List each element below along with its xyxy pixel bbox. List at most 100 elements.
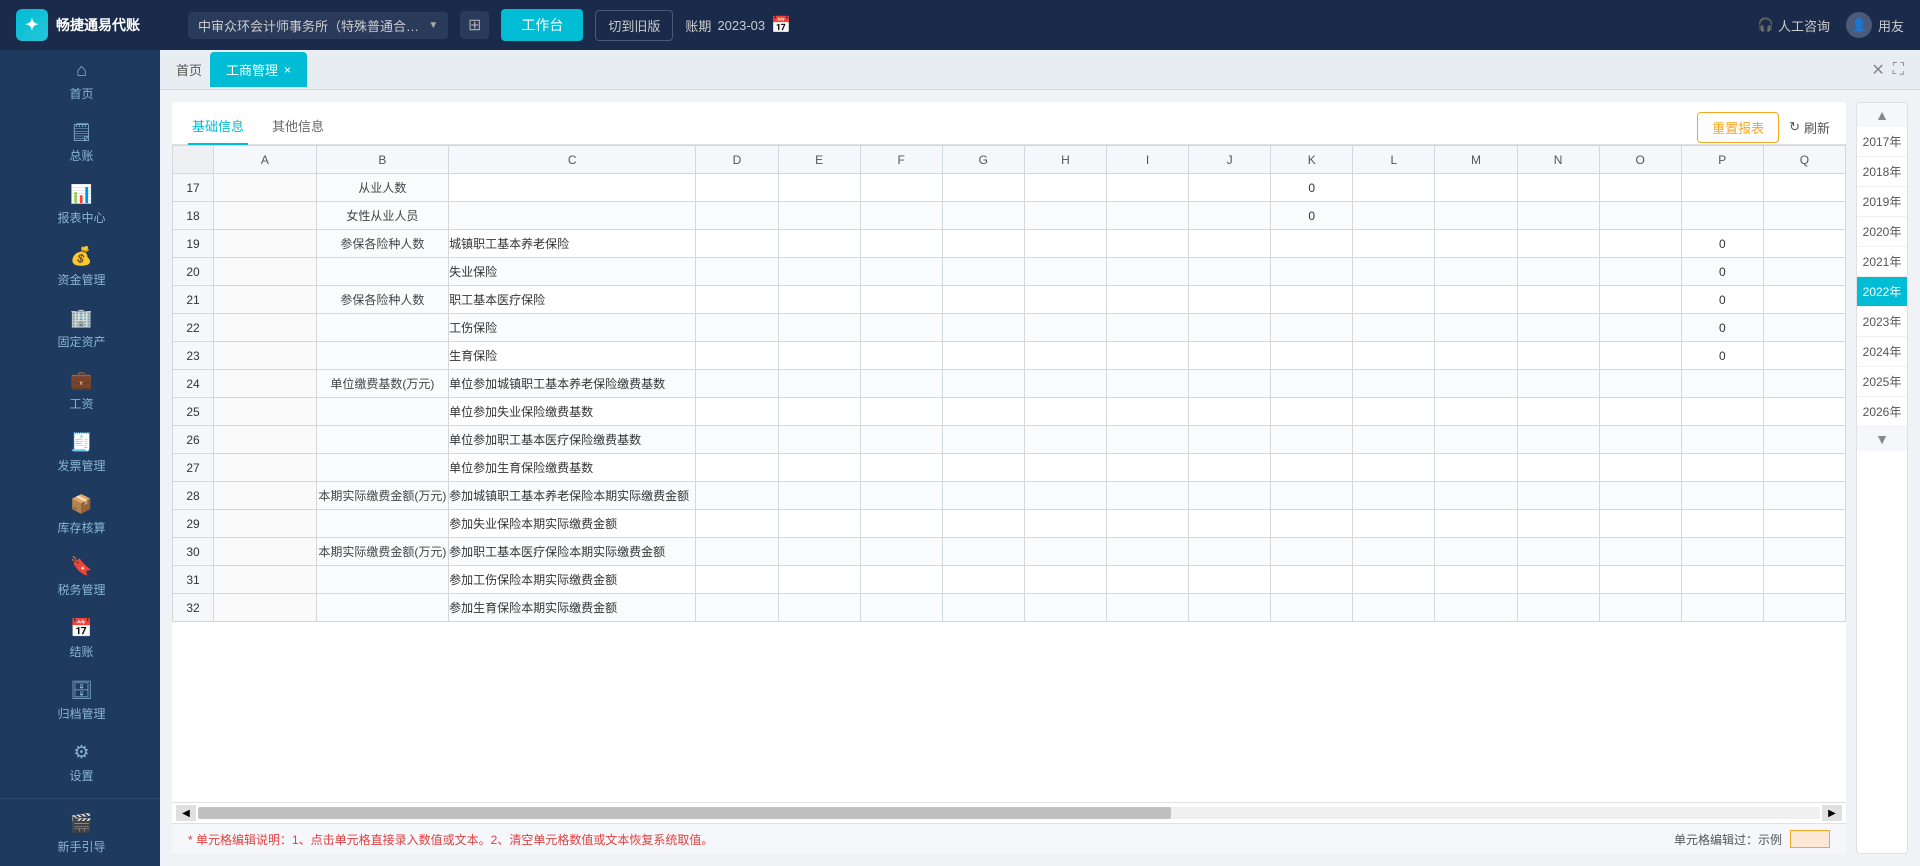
cell-H[interactable] — [1024, 174, 1106, 202]
cell-l[interactable] — [1353, 230, 1435, 258]
sub-tab-basic-info[interactable]: 基础信息 — [188, 110, 248, 145]
cell-m[interactable] — [1435, 230, 1517, 258]
cell-H[interactable] — [1024, 370, 1106, 398]
cell-n[interactable] — [1517, 174, 1599, 202]
cell-o[interactable] — [1599, 482, 1681, 510]
cell-k[interactable] — [1271, 258, 1353, 286]
sidebar-item-inventory[interactable]: 📦 库存核算 — [0, 484, 160, 546]
cell-J[interactable] — [1189, 454, 1271, 482]
cell-a[interactable] — [214, 482, 317, 510]
cell-n[interactable] — [1517, 538, 1599, 566]
cell-E[interactable] — [778, 230, 860, 258]
user-area[interactable]: 👤 用友 — [1846, 12, 1904, 38]
cell-H[interactable] — [1024, 202, 1106, 230]
cell-J[interactable] — [1189, 202, 1271, 230]
cell-p[interactable] — [1681, 202, 1763, 230]
cell-H[interactable] — [1024, 594, 1106, 622]
horizontal-scrollbar[interactable]: ◀ ▶ — [172, 802, 1846, 823]
cell-D[interactable] — [696, 370, 778, 398]
cell-E[interactable] — [778, 538, 860, 566]
cell-G[interactable] — [942, 510, 1024, 538]
cell-c[interactable]: 单位参加失业保险缴费基数 — [449, 398, 696, 426]
cell-k[interactable] — [1271, 482, 1353, 510]
cell-m[interactable] — [1435, 454, 1517, 482]
cell-J[interactable] — [1189, 174, 1271, 202]
cell-o[interactable] — [1599, 454, 1681, 482]
cell-G[interactable] — [942, 286, 1024, 314]
cell-I[interactable] — [1106, 566, 1188, 594]
sidebar-item-wages[interactable]: 💼 工资 — [0, 360, 160, 422]
cell-q[interactable] — [1763, 538, 1845, 566]
close-icon[interactable]: × — [284, 64, 291, 76]
cell-q[interactable] — [1763, 230, 1845, 258]
cell-J[interactable] — [1189, 482, 1271, 510]
cell-a[interactable] — [214, 370, 317, 398]
cell-a[interactable] — [214, 202, 317, 230]
cell-q[interactable] — [1763, 258, 1845, 286]
cell-J[interactable] — [1189, 258, 1271, 286]
cell-G[interactable] — [942, 426, 1024, 454]
year-item[interactable]: 2017年 — [1857, 127, 1907, 157]
cell-n[interactable] — [1517, 370, 1599, 398]
cell-G[interactable] — [942, 174, 1024, 202]
copy-button[interactable]: ⊞ — [460, 11, 489, 39]
sidebar-item-ledger[interactable]: 🗒 总账 — [0, 112, 160, 174]
cell-l[interactable] — [1353, 510, 1435, 538]
cell-p[interactable] — [1681, 398, 1763, 426]
cell-l[interactable] — [1353, 482, 1435, 510]
cell-J[interactable] — [1189, 286, 1271, 314]
cell-m[interactable] — [1435, 398, 1517, 426]
cell-H[interactable] — [1024, 538, 1106, 566]
cell-E[interactable] — [778, 258, 860, 286]
cell-p[interactable]: 0 — [1681, 286, 1763, 314]
scroll-up-arrow[interactable]: ▲ — [1857, 103, 1907, 127]
year-item[interactable]: 2020年 — [1857, 217, 1907, 247]
cell-I[interactable] — [1106, 314, 1188, 342]
cell-q[interactable] — [1763, 370, 1845, 398]
cell-l[interactable] — [1353, 342, 1435, 370]
cell-H[interactable] — [1024, 286, 1106, 314]
close-tab-button[interactable]: ✕ — [1871, 60, 1884, 80]
cell-a[interactable] — [214, 314, 317, 342]
cell-n[interactable] — [1517, 314, 1599, 342]
cell-D[interactable] — [696, 398, 778, 426]
cell-q[interactable] — [1763, 342, 1845, 370]
cell-q[interactable] — [1763, 594, 1845, 622]
cell-p[interactable]: 0 — [1681, 258, 1763, 286]
cell-q[interactable] — [1763, 398, 1845, 426]
cell-c[interactable]: 生育保险 — [449, 342, 696, 370]
refresh-button[interactable]: ↻ 刷新 — [1789, 118, 1830, 137]
cell-F[interactable] — [860, 426, 942, 454]
cell-o[interactable] — [1599, 398, 1681, 426]
cell-I[interactable] — [1106, 342, 1188, 370]
cell-c[interactable]: 单位参加生育保险缴费基数 — [449, 454, 696, 482]
cell-c[interactable]: 职工基本医疗保险 — [449, 286, 696, 314]
cell-o[interactable] — [1599, 342, 1681, 370]
cell-I[interactable] — [1106, 286, 1188, 314]
cell-o[interactable] — [1599, 510, 1681, 538]
cell-J[interactable] — [1189, 510, 1271, 538]
cell-l[interactable] — [1353, 202, 1435, 230]
cell-E[interactable] — [778, 510, 860, 538]
company-selector[interactable]: 中审众环会计师事务所（特殊普通合伙... ▼ — [188, 12, 448, 39]
cell-p[interactable]: 0 — [1681, 230, 1763, 258]
cell-I[interactable] — [1106, 258, 1188, 286]
cell-F[interactable] — [860, 538, 942, 566]
cell-k[interactable] — [1271, 230, 1353, 258]
cell-p[interactable] — [1681, 566, 1763, 594]
cell-n[interactable] — [1517, 398, 1599, 426]
cell-E[interactable] — [778, 482, 860, 510]
cell-l[interactable] — [1353, 566, 1435, 594]
cell-k[interactable] — [1271, 454, 1353, 482]
cell-b[interactable]: 参保各险种人数 — [316, 286, 448, 314]
cell-F[interactable] — [860, 566, 942, 594]
cell-D[interactable] — [696, 426, 778, 454]
cell-D[interactable] — [696, 566, 778, 594]
cell-k[interactable] — [1271, 398, 1353, 426]
cell-I[interactable] — [1106, 426, 1188, 454]
cell-b[interactable]: 本期实际缴费金额(万元) — [316, 482, 448, 510]
cell-a[interactable] — [214, 398, 317, 426]
cell-E[interactable] — [778, 398, 860, 426]
cell-F[interactable] — [860, 482, 942, 510]
cell-m[interactable] — [1435, 202, 1517, 230]
